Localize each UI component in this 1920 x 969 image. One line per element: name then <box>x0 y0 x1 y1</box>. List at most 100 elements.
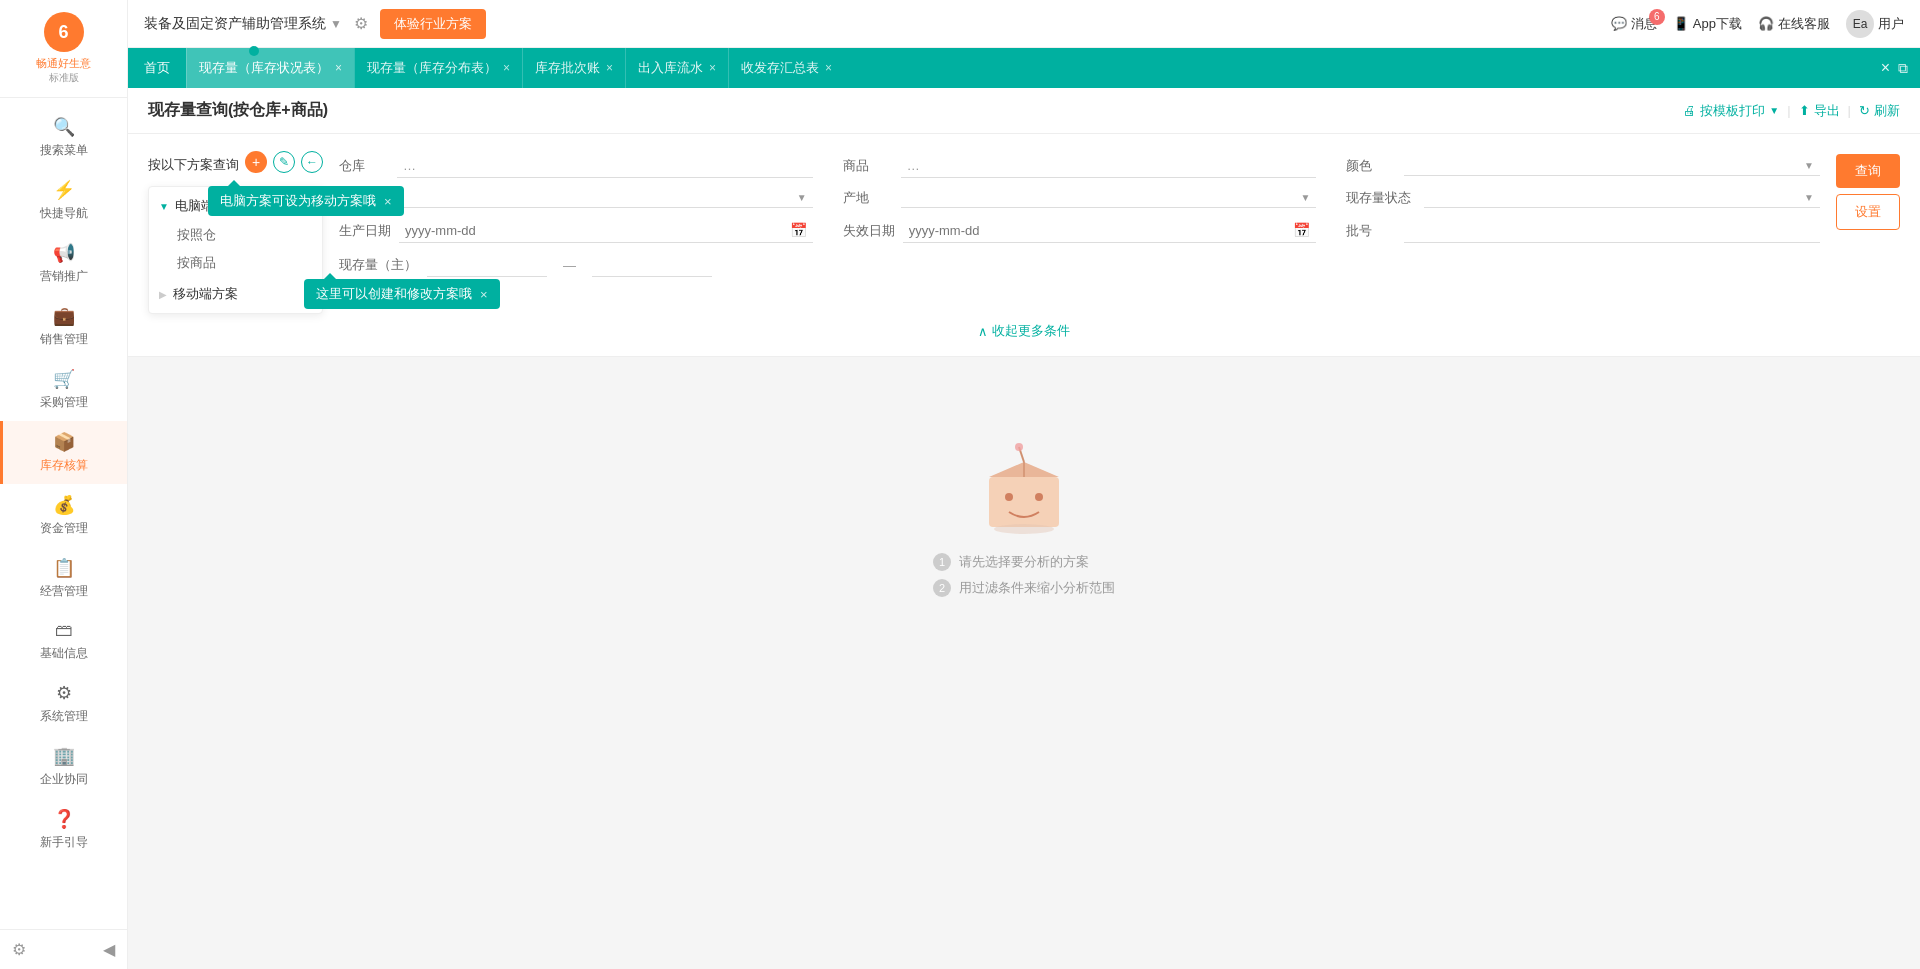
tab-recv-summary[interactable]: 收发存汇总表 × <box>728 48 844 88</box>
export-icon: ⬆ <box>1799 103 1810 118</box>
status-select[interactable]: ▼ <box>1424 188 1820 208</box>
search-button[interactable]: 查询 <box>1836 154 1900 188</box>
tab-inout-flow[interactable]: 出入库流水 × <box>625 48 728 88</box>
sidebar-item-guide[interactable]: ❓ 新手引导 <box>0 798 127 861</box>
scheme-mobile-toggle[interactable]: ▶ 移动端方案 <box>149 279 322 309</box>
sidebar-item-inventory[interactable]: 📦 库存核算 <box>0 421 127 484</box>
tab-inventory-status[interactable]: 现存量（库存状况表） × <box>186 48 354 88</box>
sidebar-item-marketing[interactable]: 📢 营销推广 <box>0 232 127 295</box>
inventory-icon: 📦 <box>53 431 75 453</box>
sidebar-item-finance[interactable]: 💰 资金管理 <box>0 484 127 547</box>
sidebar-item-operation[interactable]: 📋 经营管理 <box>0 547 127 610</box>
sidebar-item-quicknav[interactable]: ⚡ 快捷导航 <box>0 169 127 232</box>
tab-close-icon[interactable]: × <box>335 61 342 75</box>
sidebar-item-label: 营销推广 <box>40 268 88 285</box>
prod-date-field[interactable] <box>405 223 786 238</box>
sidebar-item-label: 资金管理 <box>40 520 88 537</box>
online-service-button[interactable]: 🎧 在线客服 <box>1758 15 1830 33</box>
expire-date-field[interactable] <box>909 223 1290 238</box>
add-scheme-button[interactable]: + <box>245 151 267 173</box>
setup-button[interactable]: 设置 <box>1836 194 1900 230</box>
quicknav-icon: ⚡ <box>53 179 75 201</box>
qty-min-input[interactable] <box>427 253 547 277</box>
tooltip2-close-icon[interactable]: × <box>480 287 488 302</box>
svg-point-7 <box>994 524 1054 534</box>
tab-home-label: 首页 <box>144 59 170 77</box>
warehouse-select[interactable]: … <box>397 154 813 178</box>
tab-close-icon[interactable]: × <box>825 61 832 75</box>
arrow-scheme-button[interactable]: ← <box>301 151 323 173</box>
sidebar-item-sales[interactable]: 💼 销售管理 <box>0 295 127 358</box>
collapse-filter-button[interactable]: ∧ 收起更多条件 <box>148 314 1900 348</box>
filter-field-color: 颜色 ▼ <box>1346 154 1820 178</box>
logo-icon: 6 <box>44 12 84 52</box>
collapse-sidebar-icon[interactable]: ◀ <box>103 940 115 959</box>
tab-close-icon[interactable]: × <box>503 61 510 75</box>
tooltip-text2: 这里可以创建和修改方案哦 <box>316 285 472 303</box>
sidebar-bottom: ⚙ ◀ <box>0 929 127 969</box>
print-label: 按模板打印 <box>1700 102 1765 120</box>
sidebar-logo[interactable]: 6 畅通好生意 标准版 <box>0 0 127 98</box>
enterprise-icon: 🏢 <box>53 745 75 767</box>
tab-batch-ledger[interactable]: 库存批次账 × <box>522 48 625 88</box>
tab-actions: × ⧉ <box>1869 59 1920 77</box>
chevron-down-icon2: ▼ <box>797 192 807 203</box>
filter-area: 按以下方案查询 + ✎ ← 电脑方案可设为移动方案哦 × <box>128 134 1920 357</box>
tab-inventory-dist[interactable]: 现存量（库存分布表） × <box>354 48 522 88</box>
qty-dash: — <box>555 258 584 273</box>
calendar-icon2[interactable]: 📅 <box>1293 222 1310 238</box>
collapse-label: 收起更多条件 <box>992 322 1070 340</box>
chevron-print-icon: ▼ <box>1769 105 1779 116</box>
goods-select[interactable]: … <box>901 154 1317 178</box>
edit-scheme-button[interactable]: ✎ <box>273 151 295 173</box>
service-icon: 🎧 <box>1758 16 1774 31</box>
sidebar-item-enterprise[interactable]: 🏢 企业协同 <box>0 735 127 798</box>
scheme-desktop-child1[interactable]: 按照仓 <box>149 221 322 249</box>
filter-field-goods: 商品 … <box>843 154 1317 178</box>
user-menu[interactable]: Ea 用户 <box>1846 10 1904 38</box>
industry-plan-button[interactable]: 体验行业方案 <box>380 9 486 39</box>
tab-close-icon[interactable]: × <box>606 61 613 75</box>
size-select[interactable]: ▼ <box>397 188 813 208</box>
origin-select[interactable]: ▼ <box>901 188 1317 208</box>
main-area: 装备及固定资产辅助管理系统 ▼ ⚙ 体验行业方案 💬 消息 6 📱 App下载 … <box>128 0 1920 969</box>
print-button[interactable]: 🖨 按模板打印 ▼ <box>1683 102 1779 120</box>
tab-close-icon[interactable]: × <box>709 61 716 75</box>
filter-field-origin: 产地 ▼ <box>843 188 1317 208</box>
sidebar-item-search[interactable]: 🔍 搜索菜单 <box>0 106 127 169</box>
refresh-button[interactable]: ↻ 刷新 <box>1859 102 1900 120</box>
filter-field-status: 现存量状态 ▼ <box>1346 188 1820 208</box>
sidebar-item-basic[interactable]: 🗃 基础信息 <box>0 610 127 672</box>
qty-max-input[interactable] <box>592 253 712 277</box>
header-right: 💬 消息 6 📱 App下载 🎧 在线客服 Ea 用户 <box>1611 10 1904 38</box>
print-icon: 🖨 <box>1683 103 1696 118</box>
tab-close-all-icon[interactable]: × <box>1881 59 1890 77</box>
tab-home[interactable]: 首页 <box>128 48 186 88</box>
app-download-button[interactable]: 📱 App下载 <box>1673 15 1742 33</box>
message-icon: 💬 <box>1611 16 1627 31</box>
page-title: 现存量查询(按仓库+商品) <box>148 100 328 121</box>
tooltip-close-icon[interactable]: × <box>384 194 392 209</box>
chevron-down-icon3: ▼ <box>1300 192 1310 203</box>
app-label: App下载 <box>1693 15 1742 33</box>
sidebar-item-system[interactable]: ⚙ 系统管理 <box>0 672 127 735</box>
batch-label: 批号 <box>1346 222 1396 240</box>
settings-bottom-icon[interactable]: ⚙ <box>12 940 26 959</box>
sidebar: 6 畅通好生意 标准版 🔍 搜索菜单 ⚡ 快捷导航 📢 营销推广 💼 销售管理 … <box>0 0 128 969</box>
sidebar-item-purchase[interactable]: 🛒 采购管理 <box>0 358 127 421</box>
tab-expand-icon[interactable]: ⧉ <box>1898 60 1908 77</box>
message-button[interactable]: 💬 消息 6 <box>1611 15 1657 33</box>
system-selector[interactable]: 装备及固定资产辅助管理系统 ▼ <box>144 15 342 33</box>
batch-input[interactable] <box>1404 219 1820 243</box>
page-header: 现存量查询(按仓库+商品) 🖨 按模板打印 ▼ | ⬆ 导出 | ↻ 刷新 <box>128 88 1920 134</box>
prod-date-input[interactable]: 📅 <box>399 218 813 243</box>
color-select[interactable]: ▼ <box>1404 156 1820 176</box>
scheme-desktop-child2[interactable]: 按商品 <box>149 249 322 277</box>
phone-icon: 📱 <box>1673 16 1689 31</box>
calendar-icon[interactable]: 📅 <box>790 222 807 238</box>
export-button[interactable]: ⬆ 导出 <box>1799 102 1840 120</box>
expire-date-input[interactable]: 📅 <box>903 218 1317 243</box>
header-settings-icon[interactable]: ⚙ <box>354 14 368 33</box>
tab-label: 收发存汇总表 <box>741 59 819 77</box>
expire-date-label: 失效日期 <box>843 222 895 240</box>
